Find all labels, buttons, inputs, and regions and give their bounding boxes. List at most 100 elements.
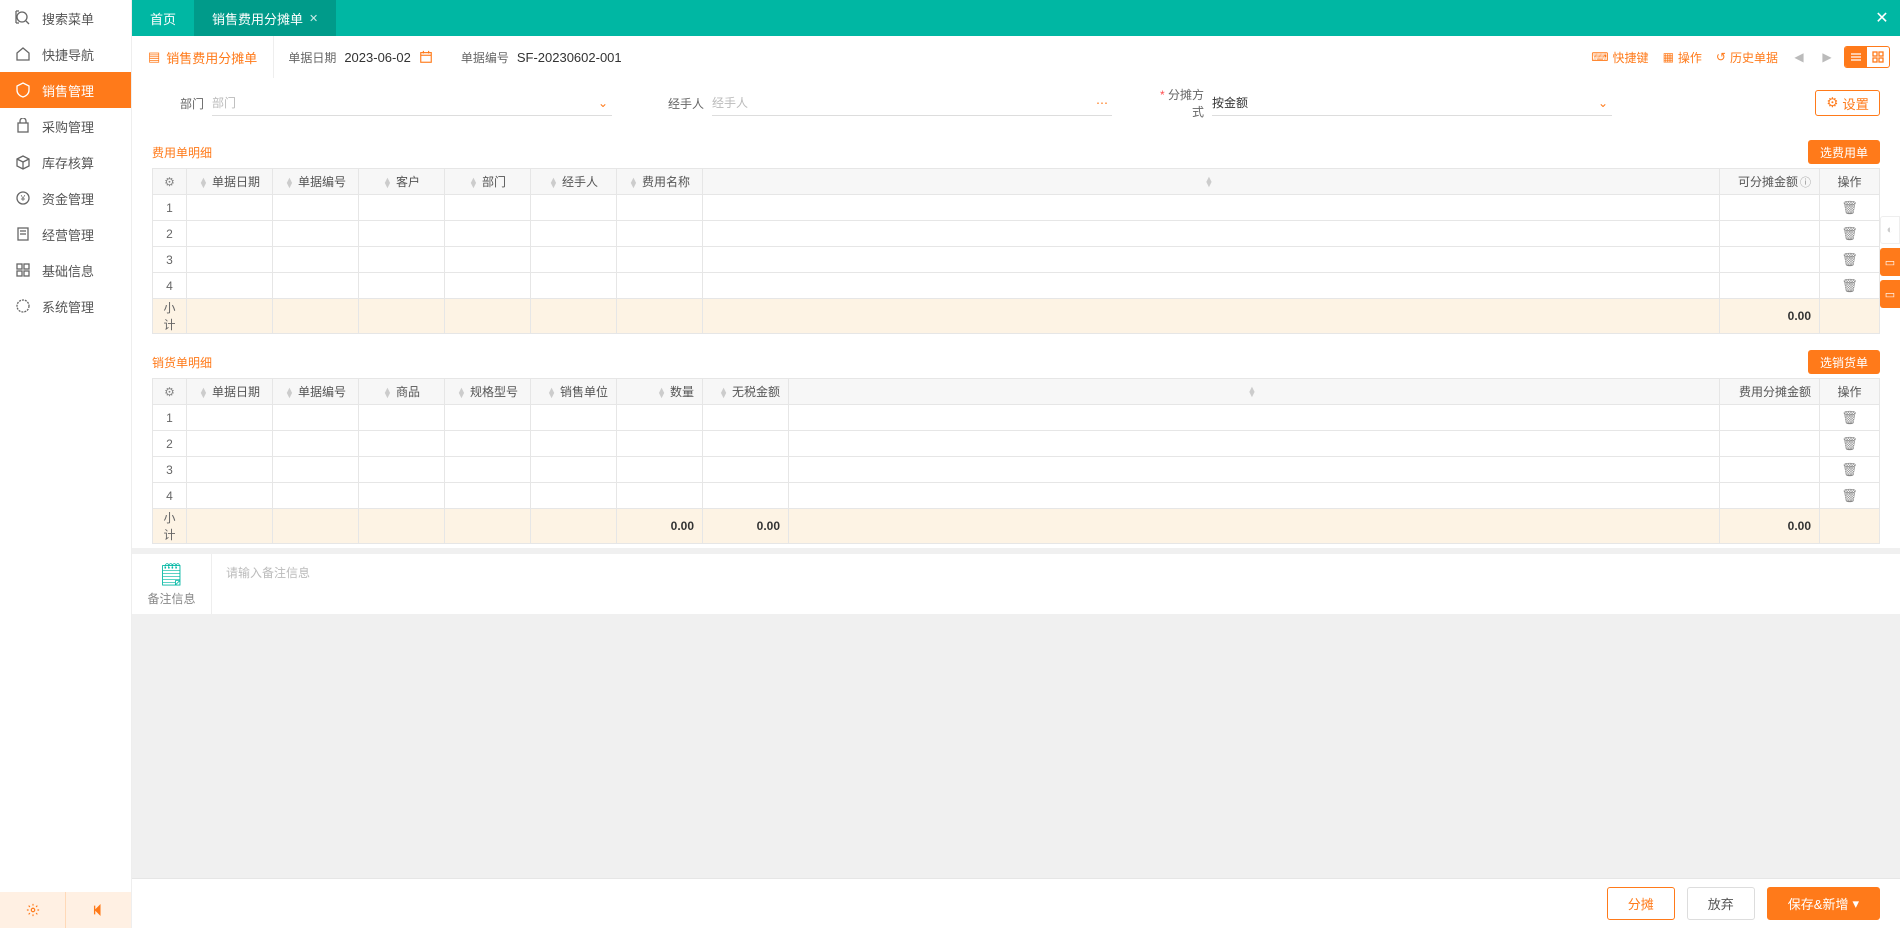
- table-row[interactable]: 4🗑: [153, 273, 1880, 299]
- col-prod[interactable]: ▲▼商品: [359, 379, 445, 405]
- col-gear[interactable]: ⚙: [153, 169, 187, 195]
- next-button[interactable]: ▶: [1816, 46, 1838, 68]
- sidebar-collapse-button[interactable]: [65, 892, 131, 928]
- handler-input-wrap[interactable]: ⋯: [712, 90, 1112, 116]
- float-tab-2[interactable]: ▭: [1880, 280, 1900, 308]
- dept-input-wrap[interactable]: ⌄: [212, 90, 612, 116]
- method-input[interactable]: [1212, 96, 1612, 110]
- allocate-button[interactable]: 分摊: [1607, 887, 1675, 920]
- trash-icon[interactable]: 🗑: [1841, 226, 1858, 241]
- float-tab-1[interactable]: ▭: [1880, 248, 1900, 276]
- sidebar-item-operation[interactable]: 经营管理: [0, 216, 131, 252]
- table-row[interactable]: 1🗑: [153, 195, 1880, 221]
- col-spec[interactable]: ▲▼规格型号: [445, 379, 531, 405]
- float-right: ◐ ▭ ▭: [1880, 216, 1900, 308]
- table-row[interactable]: 4🗑: [153, 483, 1880, 509]
- col-cust[interactable]: ▲▼客户: [359, 169, 445, 195]
- chevron-down-icon[interactable]: ⌄: [1598, 96, 1608, 110]
- remark-label-box: 🗒 备注信息: [132, 554, 212, 614]
- sidebar-item-label: 系统管理: [42, 297, 94, 316]
- shortcut-link[interactable]: ⌨快捷键: [1587, 45, 1652, 70]
- doc-number-label: 单据编号: [461, 49, 509, 66]
- subtotal-row: 小计 0.00 0.00 0.00: [153, 509, 1880, 544]
- tab-home[interactable]: 首页: [132, 0, 194, 36]
- trash-icon[interactable]: 🗑: [1841, 278, 1858, 293]
- tab-current[interactable]: 销售费用分摊单 ✕: [194, 0, 336, 36]
- table-row[interactable]: 3🗑: [153, 247, 1880, 273]
- trash-icon[interactable]: 🗑: [1841, 436, 1858, 451]
- table-row[interactable]: 2🗑: [153, 221, 1880, 247]
- table-row[interactable]: 1🗑: [153, 405, 1880, 431]
- trash-icon[interactable]: 🗑: [1841, 410, 1858, 425]
- gear-outline-icon: [14, 297, 32, 315]
- doc-date-field: 单据日期 2023-06-02: [274, 49, 447, 66]
- sidebar-item-sales[interactable]: 销售管理: [0, 72, 131, 108]
- handler-field: 经手人 ⋯: [652, 90, 1112, 116]
- sidebar-item-search[interactable]: 搜索菜单: [0, 0, 131, 36]
- footer: 分摊 放弃 保存&新增 ▾: [132, 878, 1900, 928]
- tabbar-close-all[interactable]: ✕: [1864, 0, 1900, 36]
- table-row[interactable]: 3🗑: [153, 457, 1880, 483]
- sidebar-item-system[interactable]: 系统管理: [0, 288, 131, 324]
- help-icon[interactable]: ⓘ: [1800, 177, 1811, 189]
- select-sales-button[interactable]: 选销货单: [1808, 350, 1880, 374]
- col-gear[interactable]: ⚙: [153, 379, 187, 405]
- table-row[interactable]: 2🗑: [153, 431, 1880, 457]
- trash-icon[interactable]: 🗑: [1841, 252, 1858, 267]
- sidebar-item-finance[interactable]: ¥ 资金管理: [0, 180, 131, 216]
- sidebar: 搜索菜单 快捷导航 销售管理 采购管理 库存核算 ¥ 资金管理 经营管理 基础信: [0, 0, 132, 928]
- doc-title-text: 销售费用分摊单: [166, 48, 257, 67]
- handler-input[interactable]: [712, 96, 1112, 110]
- col-spacer[interactable]: ▲▼: [789, 379, 1720, 405]
- sales-section-title: 销货单明细: [152, 354, 212, 371]
- sidebar-item-label: 库存核算: [42, 153, 94, 172]
- col-qty[interactable]: ▲▼数量: [617, 379, 703, 405]
- doc-date-value[interactable]: 2023-06-02: [344, 50, 411, 65]
- col-alloc[interactable]: 费用分摊金额: [1720, 379, 1820, 405]
- view-list-button[interactable]: [1845, 47, 1867, 67]
- trash-icon[interactable]: 🗑: [1841, 200, 1858, 215]
- trash-icon[interactable]: 🗑: [1841, 462, 1858, 477]
- float-toggle[interactable]: ◐: [1880, 216, 1900, 244]
- col-amt[interactable]: ▲▼无税金额: [703, 379, 789, 405]
- sidebar-item-quicknav[interactable]: 快捷导航: [0, 36, 131, 72]
- history-link[interactable]: ↺历史单据: [1712, 45, 1782, 70]
- note-icon: 🗒: [158, 562, 186, 588]
- sidebar-item-inventory[interactable]: 库存核算: [0, 144, 131, 180]
- sidebar-item-purchase[interactable]: 采购管理: [0, 108, 131, 144]
- calendar-icon[interactable]: [419, 50, 433, 64]
- col-no[interactable]: ▲▼单据编号: [273, 379, 359, 405]
- expense-section-title: 费用单明细: [152, 144, 212, 161]
- close-icon[interactable]: ✕: [309, 12, 318, 25]
- sidebar-item-basic[interactable]: 基础信息: [0, 252, 131, 288]
- remark-input[interactable]: [212, 554, 1900, 614]
- col-unit[interactable]: ▲▼销售单位: [531, 379, 617, 405]
- col-feename[interactable]: ▲▼费用名称: [617, 169, 703, 195]
- subtotal-amt: 0.00: [703, 509, 789, 544]
- view-grid-button[interactable]: [1867, 47, 1889, 67]
- col-date[interactable]: ▲▼单据日期: [187, 169, 273, 195]
- discard-button[interactable]: 放弃: [1687, 887, 1755, 920]
- chevron-down-icon[interactable]: ⌄: [598, 96, 608, 110]
- operate-link[interactable]: ▦操作: [1659, 45, 1706, 70]
- col-date[interactable]: ▲▼单据日期: [187, 379, 273, 405]
- sidebar-settings-button[interactable]: [0, 892, 65, 928]
- method-input-wrap[interactable]: ⌄: [1212, 90, 1612, 116]
- dept-input[interactable]: [212, 96, 612, 110]
- trash-icon[interactable]: 🗑: [1841, 488, 1858, 503]
- view-toggle: [1844, 46, 1890, 68]
- col-no[interactable]: ▲▼单据编号: [273, 169, 359, 195]
- bag-icon: [14, 117, 32, 135]
- expense-section: 费用单明细 选费用单 ⚙ ▲▼单据日期 ▲▼单据编号 ▲▼客户 ▲▼部门 ▲▼经…: [132, 134, 1900, 338]
- select-expense-button[interactable]: 选费用单: [1808, 140, 1880, 164]
- more-icon[interactable]: ⋯: [1096, 96, 1108, 110]
- prev-button[interactable]: ◀: [1788, 46, 1810, 68]
- sidebar-item-label: 销售管理: [42, 81, 94, 100]
- col-dept[interactable]: ▲▼部门: [445, 169, 531, 195]
- col-handler[interactable]: ▲▼经手人: [531, 169, 617, 195]
- col-spacer[interactable]: ▲▼: [703, 169, 1720, 195]
- save-add-button[interactable]: 保存&新增 ▾: [1767, 887, 1880, 920]
- col-allocatable[interactable]: 可分摊金额ⓘ: [1720, 169, 1820, 195]
- sales-table: ⚙ ▲▼单据日期 ▲▼单据编号 ▲▼商品 ▲▼规格型号 ▲▼销售单位 ▲▼数量 …: [152, 378, 1880, 544]
- settings-button[interactable]: ⚙ 设置: [1815, 90, 1880, 116]
